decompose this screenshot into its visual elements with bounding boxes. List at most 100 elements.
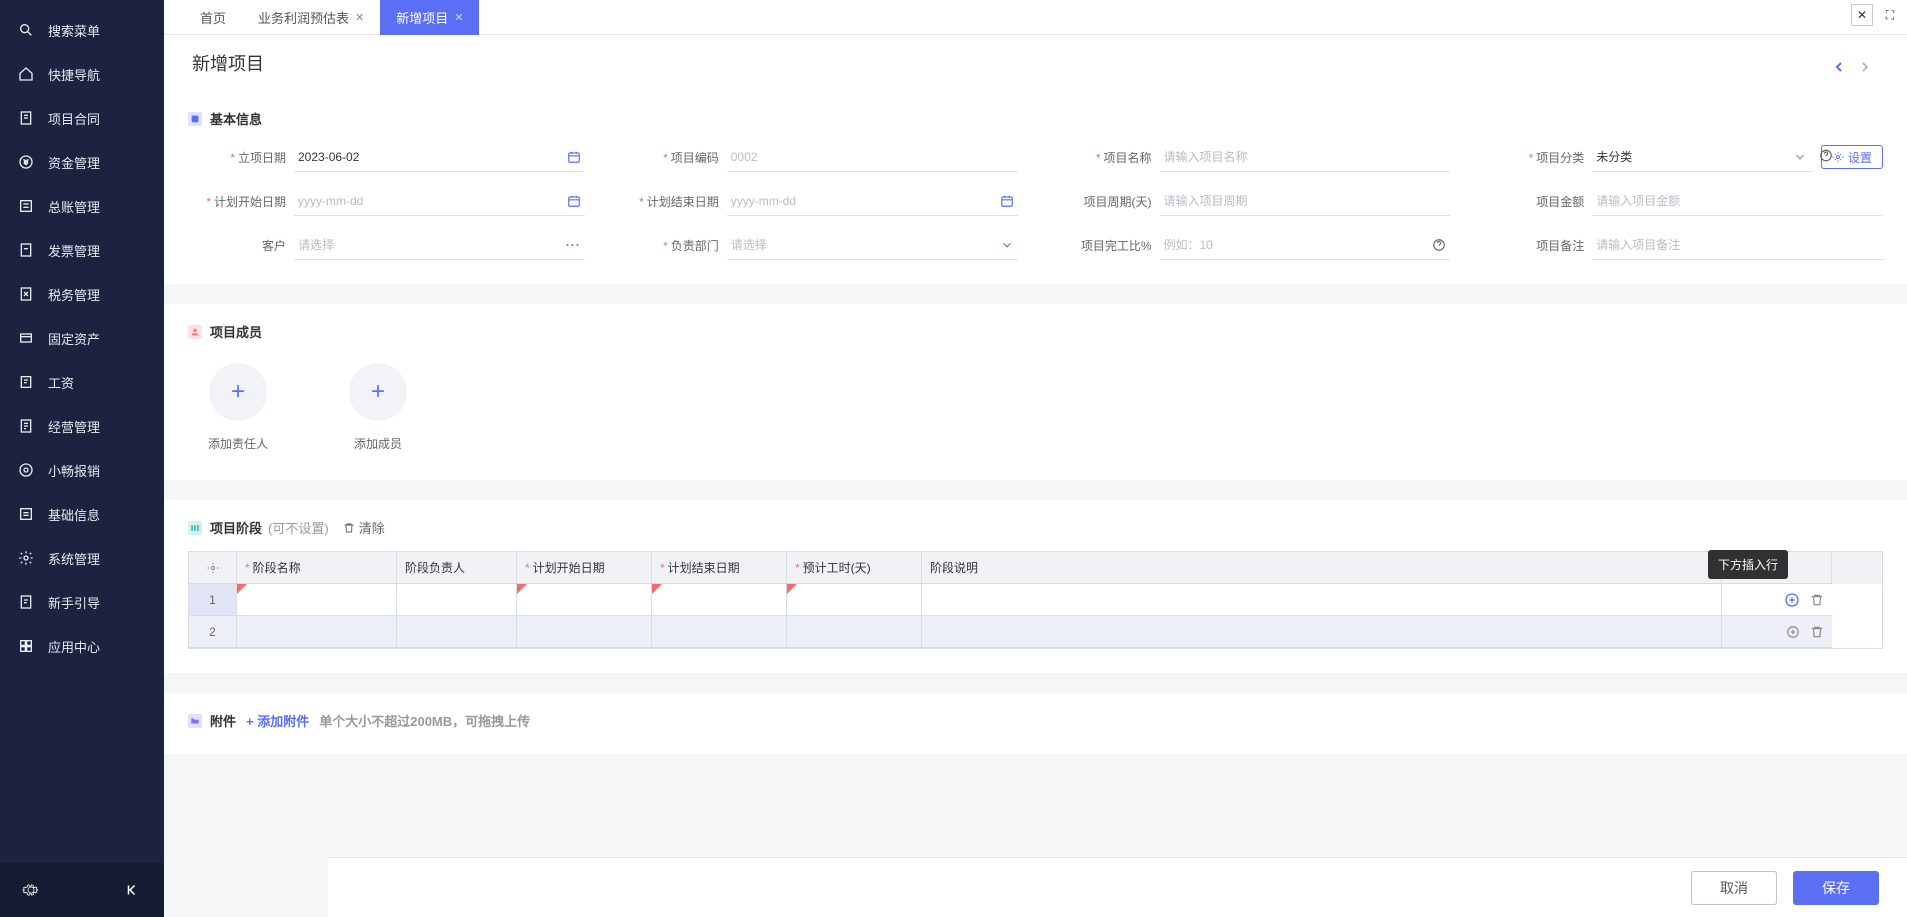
panel-attach: 附件 + 添加附件 单个大小不超过200MB，可拖拽上传 bbox=[164, 693, 1907, 754]
close-icon[interactable]: ✕ bbox=[454, 11, 463, 24]
label: 客户 bbox=[262, 239, 286, 253]
add-attachment-button[interactable]: + 添加附件 bbox=[246, 711, 309, 730]
delete-row-button[interactable] bbox=[1810, 625, 1824, 639]
settings-gear-icon[interactable] bbox=[22, 881, 40, 899]
cell-end[interactable] bbox=[652, 616, 787, 648]
cell-start[interactable] bbox=[517, 584, 652, 616]
category-select[interactable] bbox=[1592, 142, 1811, 172]
amount-input[interactable] bbox=[1592, 186, 1883, 216]
home-icon bbox=[18, 66, 34, 82]
sidebar-label: 资金管理 bbox=[48, 153, 100, 172]
customer-input[interactable] bbox=[294, 230, 585, 260]
tab-label: 新增项目 bbox=[396, 8, 448, 27]
sidebar-item-contract[interactable]: 项目合同 bbox=[0, 96, 164, 140]
insert-row-button[interactable] bbox=[1784, 592, 1800, 608]
sidebar-item-info[interactable]: 基础信息 bbox=[0, 492, 164, 536]
insert-row-button[interactable] bbox=[1786, 625, 1800, 639]
close-panel-button[interactable]: ✕ bbox=[1851, 4, 1873, 26]
document-icon bbox=[18, 110, 34, 126]
sidebar-item-tax[interactable]: 税务管理 bbox=[0, 272, 164, 316]
calendar-icon[interactable] bbox=[567, 194, 581, 208]
clear-phases-button[interactable]: 清除 bbox=[343, 518, 385, 537]
tab-home[interactable]: 首页 bbox=[184, 0, 242, 35]
sidebar-item-guide[interactable]: 新手引导 bbox=[0, 580, 164, 624]
cell-desc[interactable] bbox=[922, 584, 1722, 616]
next-arrow-icon[interactable] bbox=[1859, 57, 1871, 69]
sidebar-item-search[interactable]: 搜索菜单 bbox=[0, 8, 164, 52]
calendar-icon[interactable] bbox=[1000, 194, 1014, 208]
required-corner-icon bbox=[652, 584, 662, 594]
cell-owner[interactable] bbox=[397, 584, 517, 616]
phase-row-1[interactable]: 1 下方插入行 bbox=[189, 584, 1882, 616]
cell-name[interactable] bbox=[237, 616, 397, 648]
cell-name[interactable] bbox=[237, 584, 397, 616]
sidebar-item-ledger[interactable]: 总账管理 bbox=[0, 184, 164, 228]
add-owner-slot: + 添加责任人 bbox=[198, 363, 278, 452]
sidebar-item-home[interactable]: 快捷导航 bbox=[0, 52, 164, 96]
add-owner-button[interactable]: + bbox=[209, 363, 267, 421]
save-button[interactable]: 保存 bbox=[1793, 871, 1879, 905]
prev-arrow-icon[interactable] bbox=[1833, 57, 1845, 69]
help-icon[interactable] bbox=[1432, 238, 1446, 252]
cell-end[interactable] bbox=[652, 584, 787, 616]
th-name: *阶段名称 bbox=[237, 552, 397, 584]
phase-table-head: *阶段名称 阶段负责人 *计划开始日期 *计划结束日期 *预计工时(天) 阶段说… bbox=[189, 552, 1882, 584]
period-input[interactable] bbox=[1160, 186, 1451, 216]
label: 项目备注 bbox=[1536, 239, 1584, 253]
ledger-icon bbox=[18, 198, 34, 214]
plan-start-input[interactable] bbox=[294, 186, 585, 216]
field-plan-end: *计划结束日期 bbox=[621, 186, 1018, 216]
add-member-button[interactable]: + bbox=[349, 363, 407, 421]
remark-input[interactable] bbox=[1592, 230, 1883, 260]
page-title: 新增项目 bbox=[192, 50, 264, 76]
help-icon[interactable] bbox=[1819, 149, 1833, 166]
apps-icon bbox=[18, 638, 34, 654]
th-start: *计划开始日期 bbox=[517, 552, 652, 584]
name-input[interactable] bbox=[1160, 142, 1451, 172]
folder-icon bbox=[188, 714, 202, 728]
sidebar-item-system[interactable]: 系统管理 bbox=[0, 536, 164, 580]
progress-input[interactable] bbox=[1160, 230, 1451, 260]
expand-icon[interactable]: ⛶ bbox=[1879, 4, 1901, 26]
th-desc: 阶段说明 bbox=[922, 552, 1722, 584]
delete-row-button[interactable] bbox=[1810, 593, 1824, 607]
field-amount: 项目金额 bbox=[1486, 186, 1883, 216]
section-hint: (可不设置) bbox=[268, 518, 329, 537]
reimburse-icon bbox=[18, 462, 34, 478]
label: 立项日期 bbox=[238, 151, 286, 165]
chevron-down-icon[interactable] bbox=[1000, 238, 1014, 252]
cell-start[interactable] bbox=[517, 616, 652, 648]
calendar-icon[interactable] bbox=[567, 150, 581, 164]
tab-profit[interactable]: 业务利润预估表✕ bbox=[242, 0, 380, 35]
sidebar-item-invoice[interactable]: 发票管理 bbox=[0, 228, 164, 272]
cell-desc[interactable] bbox=[922, 616, 1722, 648]
cancel-button[interactable]: 取消 bbox=[1691, 871, 1777, 905]
sidebar-item-salary[interactable]: 工资 bbox=[0, 360, 164, 404]
sidebar-item-asset[interactable]: 固定资产 bbox=[0, 316, 164, 360]
cell-hours[interactable] bbox=[787, 616, 922, 648]
th-gear[interactable] bbox=[189, 552, 237, 584]
sidebar-item-reimburse[interactable]: 小畅报销 bbox=[0, 448, 164, 492]
section-phases-head: 项目阶段 (可不设置) 清除 bbox=[188, 518, 1883, 537]
date-input[interactable] bbox=[294, 142, 585, 172]
tab-new-project[interactable]: 新增项目 ✕ bbox=[380, 0, 479, 35]
svg-text:¥: ¥ bbox=[24, 160, 28, 167]
collapse-icon[interactable] bbox=[124, 881, 142, 899]
close-icon[interactable]: ✕ bbox=[355, 11, 364, 24]
phase-row-2[interactable]: 2 bbox=[189, 616, 1882, 648]
code-input[interactable] bbox=[727, 142, 1018, 172]
sidebar-item-apps[interactable]: 应用中心 bbox=[0, 624, 164, 668]
content-nav bbox=[1833, 57, 1871, 69]
cell-owner[interactable] bbox=[397, 616, 517, 648]
sidebar-label: 系统管理 bbox=[48, 549, 100, 568]
chevron-down-icon[interactable] bbox=[1793, 150, 1807, 164]
dept-select[interactable] bbox=[727, 230, 1018, 260]
add-owner-label: 添加责任人 bbox=[208, 435, 268, 452]
sidebar-item-operate[interactable]: 经营管理 bbox=[0, 404, 164, 448]
sidebar-item-funds[interactable]: ¥ 资金管理 bbox=[0, 140, 164, 184]
plan-end-input[interactable] bbox=[727, 186, 1018, 216]
cell-hours[interactable] bbox=[787, 584, 922, 616]
more-icon[interactable]: ··· bbox=[566, 238, 581, 252]
label: 项目编码 bbox=[671, 151, 719, 165]
section-attach-head: 附件 + 添加附件 单个大小不超过200MB，可拖拽上传 bbox=[188, 711, 1883, 730]
